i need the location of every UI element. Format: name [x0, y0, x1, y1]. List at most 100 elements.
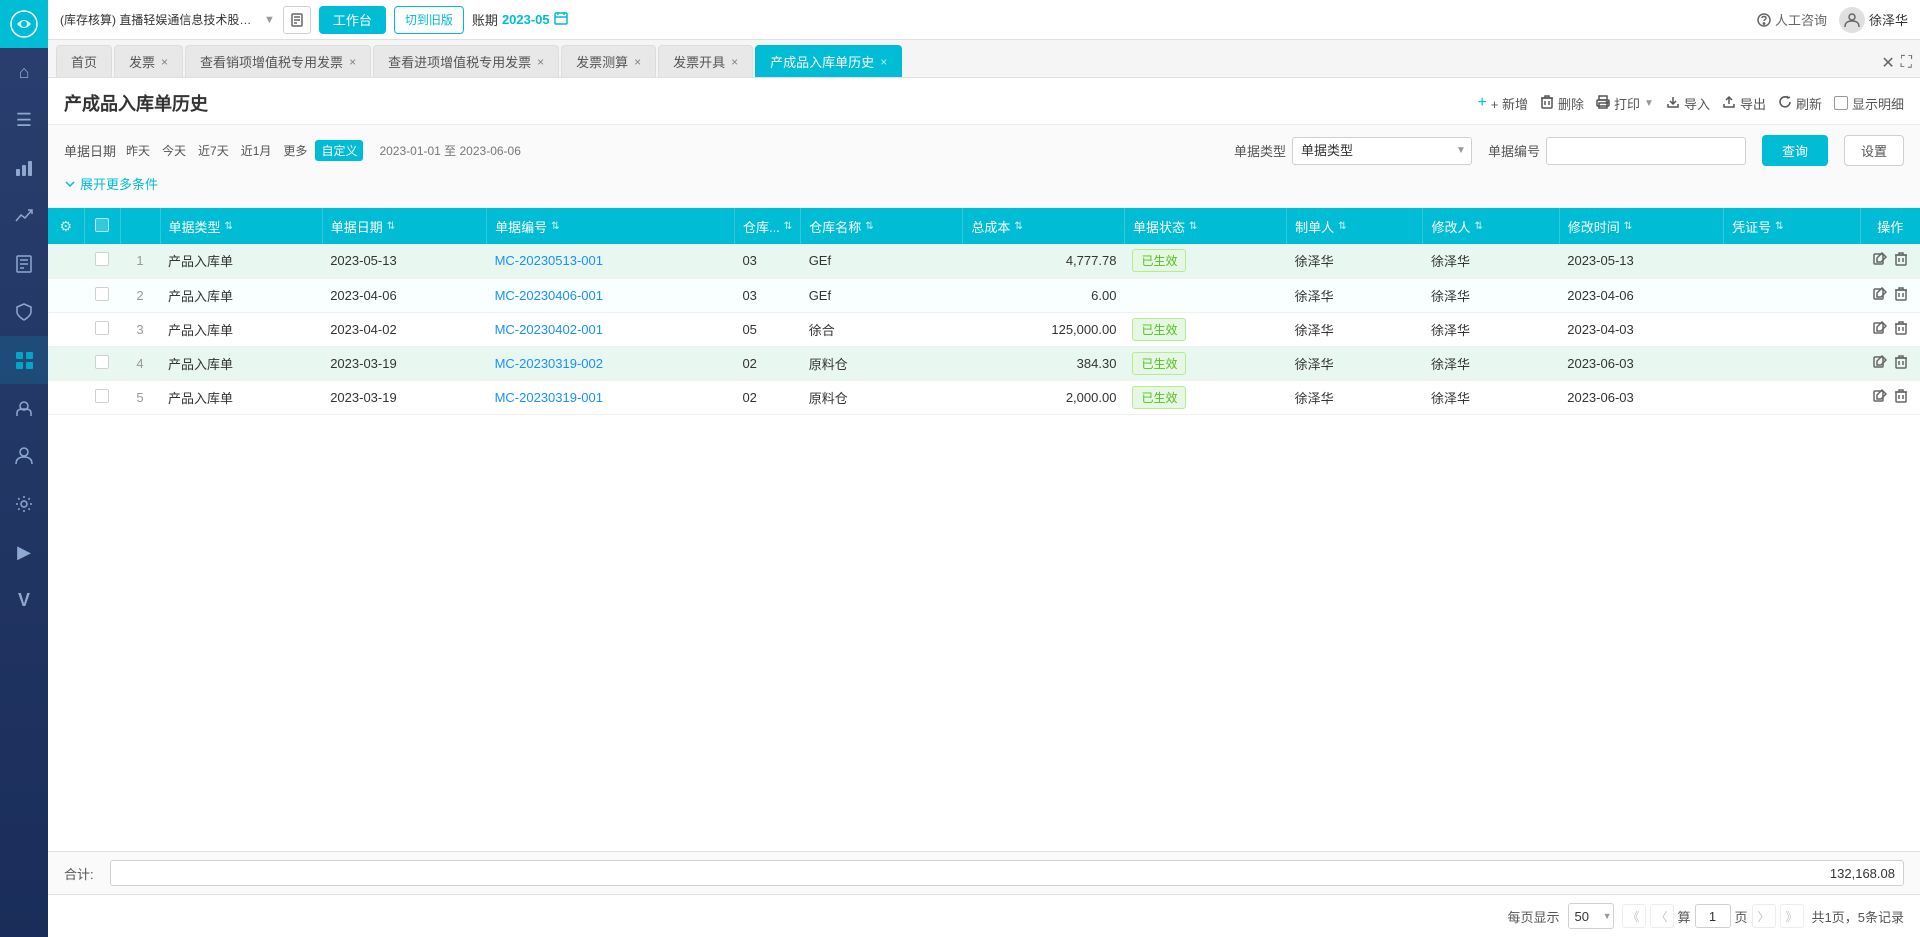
calendar-icon[interactable] [554, 11, 568, 28]
tab-close-all-btn[interactable]: ✕ [1881, 53, 1894, 73]
th-warehouse-name[interactable]: 仓库名称⇅ [801, 208, 963, 244]
row-delete-btn[interactable] [1895, 356, 1907, 372]
company-selector[interactable]: (库存核算) 直播轻娱通信息技术股份... ▼ [60, 11, 275, 28]
sidebar-version[interactable]: V [0, 576, 48, 624]
th-checkbox[interactable] [84, 208, 120, 244]
tab-purchase-invoice-close[interactable]: × [537, 55, 544, 69]
sidebar-grid[interactable] [0, 336, 48, 384]
row-checkbox[interactable] [95, 355, 109, 369]
print-button[interactable]: 打印 ▼ [1596, 94, 1654, 113]
row-edit-btn[interactable] [1873, 288, 1891, 304]
th-number[interactable]: 单据编号⇅ [487, 208, 735, 244]
td-checkbox[interactable] [84, 380, 120, 414]
row-edit-btn[interactable] [1873, 356, 1891, 372]
tab-invoice-close[interactable]: × [161, 55, 168, 69]
sidebar-security[interactable] [0, 288, 48, 336]
row-checkbox[interactable] [95, 389, 109, 403]
query-button[interactable]: 查询 [1762, 135, 1828, 166]
user-menu[interactable]: 徐泽华 [1839, 7, 1908, 33]
number-input[interactable] [1546, 137, 1746, 165]
date-1month[interactable]: 近1月 [237, 140, 276, 161]
tab-invoice-open[interactable]: 发票开具 × [658, 45, 753, 77]
th-modify-time[interactable]: 修改时间⇅ [1559, 208, 1723, 244]
sidebar-play[interactable]: ▶ [0, 528, 48, 576]
td-checkbox[interactable] [84, 312, 120, 346]
tab-purchase-invoice[interactable]: 查看进项增值税专用发票 × [373, 45, 559, 77]
th-creator[interactable]: 制单人⇅ [1287, 208, 1423, 244]
settings-gear-icon[interactable]: ⚙ [59, 218, 72, 234]
row-checkbox[interactable] [95, 252, 109, 266]
date-custom[interactable]: 自定义 [315, 140, 363, 161]
sidebar-docs[interactable]: ☰ [0, 96, 48, 144]
row-delete-btn[interactable] [1895, 288, 1907, 304]
import-button[interactable]: 导入 [1666, 94, 1710, 113]
doc-number-link[interactable]: MC-20230406-001 [495, 288, 603, 303]
display-toggle-checkbox[interactable] [1834, 96, 1848, 110]
td-number[interactable]: MC-20230319-002 [487, 346, 735, 380]
tab-inventory-history[interactable]: 产成品入库单历史 × [755, 45, 902, 77]
workbench-button[interactable]: 工作台 [319, 6, 386, 34]
tab-home[interactable]: 首页 [56, 45, 112, 77]
row-delete-btn[interactable] [1895, 390, 1907, 406]
doc-number-link[interactable]: MC-20230513-001 [495, 253, 603, 268]
tab-invoice[interactable]: 发票 × [114, 45, 183, 77]
td-number[interactable]: MC-20230319-001 [487, 380, 735, 414]
export-button[interactable]: 导出 [1722, 94, 1766, 113]
doc-number-link[interactable]: MC-20230319-002 [495, 356, 603, 371]
th-date[interactable]: 单据日期⇅ [322, 208, 486, 244]
select-all-checkbox[interactable] [95, 218, 109, 232]
help-btn[interactable]: 人工咨询 [1757, 10, 1827, 29]
th-type[interactable]: 单据类型⇅ [160, 208, 322, 244]
tab-expand-btn[interactable]: ⛶ [1901, 54, 1912, 72]
row-edit-btn[interactable] [1873, 253, 1891, 269]
td-checkbox[interactable] [84, 244, 120, 278]
print-dropdown-icon[interactable]: ▼ [1644, 98, 1654, 109]
tab-sales-invoice[interactable]: 查看销项增值税专用发票 × [185, 45, 371, 77]
sidebar-person[interactable] [0, 432, 48, 480]
set-button[interactable]: 设置 [1844, 135, 1904, 166]
new-button[interactable]: + + 新增 [1477, 94, 1528, 113]
row-checkbox[interactable] [95, 287, 109, 301]
th-warehouse-code[interactable]: 仓库...⇅ [734, 208, 800, 244]
th-settings[interactable]: ⚙ [48, 208, 84, 244]
row-delete-btn[interactable] [1895, 253, 1907, 269]
sidebar-invoice[interactable] [0, 240, 48, 288]
td-checkbox[interactable] [84, 346, 120, 380]
display-toggle[interactable]: 显示明细 [1834, 94, 1904, 113]
th-voucher[interactable]: 凭证号⇅ [1724, 208, 1860, 244]
date-7days[interactable]: 近7天 [194, 140, 233, 161]
refresh-button[interactable]: 刷新 [1778, 94, 1822, 113]
sidebar-settings[interactable] [0, 480, 48, 528]
tab-invoice-calc[interactable]: 发票测算 × [561, 45, 656, 77]
delete-button[interactable]: 删除 [1540, 94, 1584, 113]
row-delete-btn[interactable] [1895, 322, 1907, 338]
doc-btn[interactable] [283, 6, 311, 34]
sidebar-stamp[interactable] [0, 384, 48, 432]
tab-sales-invoice-close[interactable]: × [349, 55, 356, 69]
td-number[interactable]: MC-20230513-001 [487, 244, 735, 278]
date-more[interactable]: 更多 [279, 140, 311, 161]
page-size-select[interactable]: 50 100 [1568, 903, 1614, 929]
doc-number-link[interactable]: MC-20230319-001 [495, 390, 603, 405]
sidebar-analytics[interactable] [0, 192, 48, 240]
switch-version-button[interactable]: 切到旧版 [394, 6, 464, 34]
date-today[interactable]: 今天 [158, 140, 190, 161]
row-edit-btn[interactable] [1873, 322, 1891, 338]
doc-number-link[interactable]: MC-20230402-001 [495, 322, 603, 337]
row-checkbox[interactable] [95, 321, 109, 335]
type-select[interactable]: 单据类型 [1292, 137, 1472, 165]
page-number-input[interactable]: 1 [1695, 904, 1731, 928]
row-edit-btn[interactable] [1873, 390, 1891, 406]
page-next-btn[interactable]: 〉 [1752, 904, 1776, 928]
page-last-btn[interactable]: 》 [1780, 904, 1804, 928]
tab-inventory-history-close[interactable]: × [880, 55, 887, 69]
sidebar-home[interactable]: ⌂ [0, 48, 48, 96]
page-prev-btn[interactable]: 〈 [1650, 904, 1674, 928]
tab-invoice-calc-close[interactable]: × [634, 55, 641, 69]
th-status[interactable]: 单据状态⇅ [1124, 208, 1286, 244]
page-first-btn[interactable]: 《 [1622, 904, 1646, 928]
td-checkbox[interactable] [84, 278, 120, 312]
td-number[interactable]: MC-20230402-001 [487, 312, 735, 346]
tab-invoice-open-close[interactable]: × [731, 55, 738, 69]
expand-filter-btn[interactable]: 展开更多条件 [64, 170, 158, 197]
